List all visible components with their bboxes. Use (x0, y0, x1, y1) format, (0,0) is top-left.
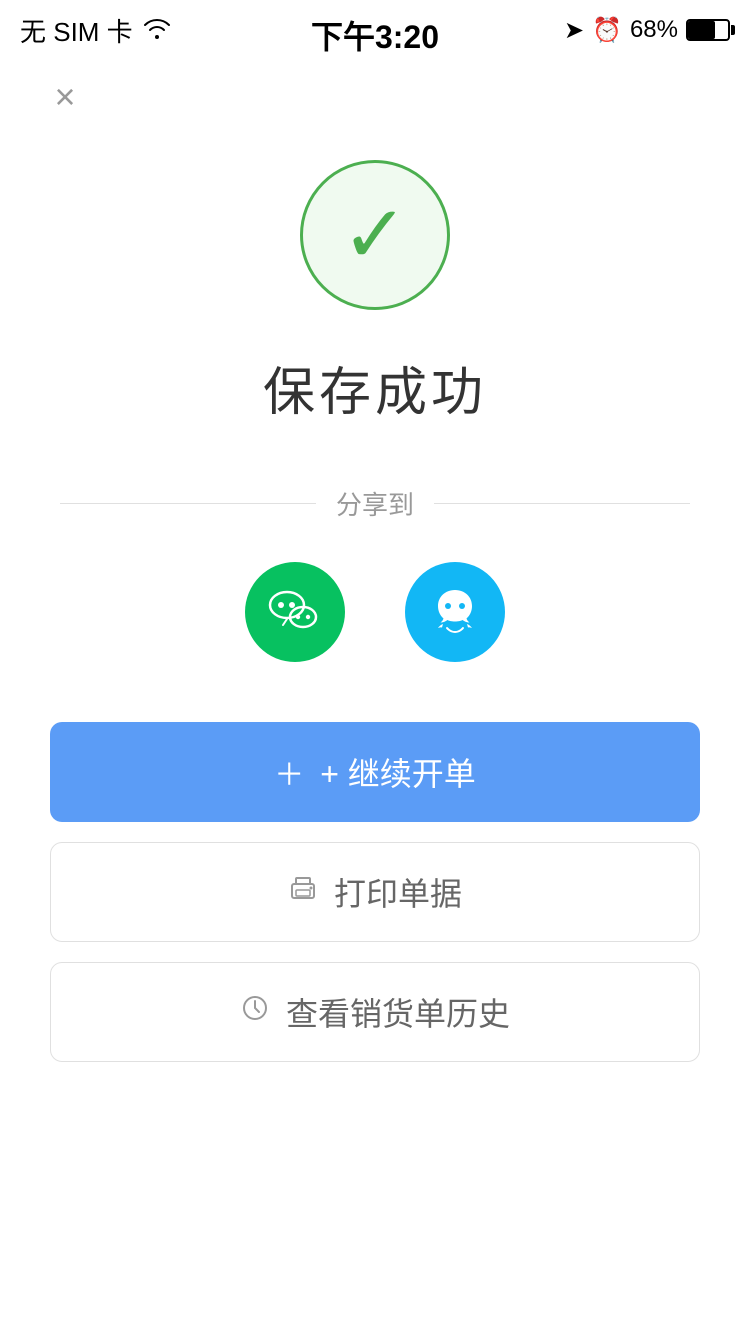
success-circle: ✓ (300, 160, 450, 310)
print-button[interactable]: 打印单据 (50, 842, 700, 942)
battery-icon (686, 19, 730, 41)
divider-right (434, 503, 690, 504)
share-icons (245, 562, 505, 662)
continue-button[interactable]: ＋ + 继续开单 (50, 722, 700, 822)
share-section: 分享到 (0, 485, 750, 662)
wechat-share-button[interactable] (245, 562, 345, 662)
no-sim-label: 无 SIM 卡 (20, 12, 133, 49)
alarm-icon: ⏰ (592, 16, 622, 45)
continue-label: + 继续开单 (320, 749, 476, 795)
battery-percentage: 68% (630, 16, 678, 44)
wifi-icon (143, 15, 171, 46)
status-right: ➤ ⏰ 68% (564, 16, 730, 45)
plus-icon: ＋ (274, 750, 304, 794)
location-icon: ➤ (564, 16, 584, 45)
close-icon: × (54, 79, 75, 115)
share-divider: 分享到 (0, 485, 750, 522)
share-label: 分享到 (316, 485, 434, 522)
print-label: 打印单据 (334, 869, 462, 915)
printer-icon (288, 874, 318, 910)
battery-fill (688, 21, 715, 39)
history-label: 查看销货单历史 (286, 989, 510, 1035)
history-button[interactable]: 查看销货单历史 (50, 962, 700, 1062)
wechat-icon (265, 582, 325, 642)
qq-icon (427, 584, 483, 640)
checkmark-icon: ✓ (341, 195, 408, 275)
status-bar: 无 SIM 卡 下午3:20 ➤ ⏰ 68% (0, 0, 750, 60)
success-title: 保存成功 (263, 350, 487, 425)
status-left: 无 SIM 卡 (20, 12, 171, 49)
buttons-section: ＋ + 继续开单 打印单据 查看销货单历 (0, 722, 750, 1062)
qq-share-button[interactable] (405, 562, 505, 662)
main-content: ✓ 保存成功 分享到 (0, 60, 750, 1062)
time-display: 下午3:20 (311, 12, 439, 58)
close-button[interactable]: × (40, 72, 90, 122)
history-icon (240, 993, 270, 1031)
divider-left (60, 503, 316, 504)
